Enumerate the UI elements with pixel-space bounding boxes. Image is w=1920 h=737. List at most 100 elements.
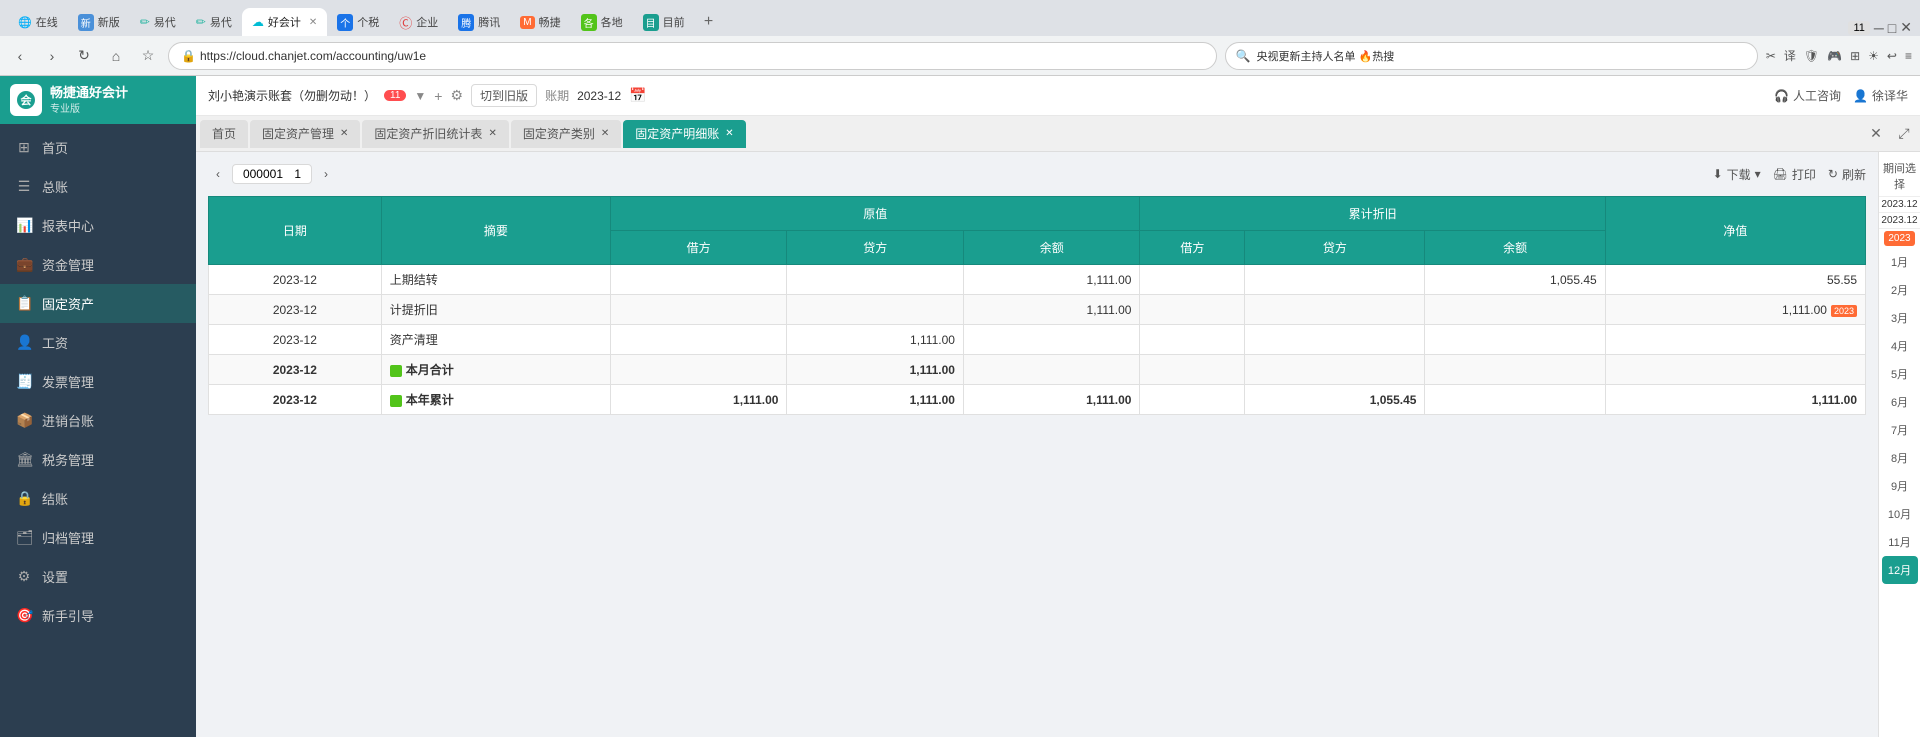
month-item[interactable]: 5月	[1882, 360, 1918, 388]
bookmark-button[interactable]: ☆	[136, 44, 160, 68]
guide-icon: 🎯	[16, 607, 32, 624]
scissors-icon[interactable]: ✂	[1766, 49, 1776, 63]
month-item[interactable]: 4月	[1882, 332, 1918, 360]
search-bar[interactable]: 🔍 央视更新主持人名单 🔥热搜	[1225, 42, 1758, 70]
restore-icon[interactable]: □	[1888, 20, 1896, 36]
user-profile[interactable]: 👤 徐译华	[1853, 87, 1908, 104]
sidebar-item-closing[interactable]: 🔒 结账	[0, 479, 196, 518]
page-tab-asset-detail-label: 固定资产明细账	[635, 125, 719, 142]
home-button[interactable]: ⌂	[104, 44, 128, 68]
sidebar-item-ledger[interactable]: ☰ 总账	[0, 167, 196, 206]
address-input[interactable]: 🔒 https://cloud.chanjet.com/accounting/u…	[168, 42, 1217, 70]
sidebar-item-inventory[interactable]: 📦 进销台账	[0, 401, 196, 440]
cell-date: 2023-12	[209, 385, 382, 415]
cell-accum-debit	[1140, 265, 1245, 295]
headset-icon: 🎧	[1774, 89, 1789, 103]
sidebar-item-payroll[interactable]: 👤 工资	[0, 323, 196, 362]
month-item[interactable]: 11月	[1882, 528, 1918, 556]
prev-page-button[interactable]: ‹	[208, 164, 228, 184]
sidebar-label-invoice: 发票管理	[42, 372, 94, 391]
top-bar-right-area: 🎧 人工咨询 👤 徐译华	[1774, 87, 1908, 104]
grid-icon[interactable]: ⊞	[1850, 49, 1860, 63]
extension-icon[interactable]: 🛡	[1804, 49, 1819, 63]
page-tab-close-asset-detail[interactable]: ✕	[725, 128, 733, 139]
month-item[interactable]: 1月	[1882, 248, 1918, 276]
add-company-icon[interactable]: +	[434, 88, 442, 104]
undo-icon[interactable]: ↩	[1887, 49, 1897, 63]
user-avatar-icon: 👤	[1853, 89, 1868, 103]
minimize-icon[interactable]: ─	[1874, 20, 1884, 36]
download-button[interactable]: ⬇ 下载 ▾	[1713, 166, 1761, 183]
table-row: 2023-12 计提折旧 1,111.00 1,111.002023	[209, 295, 1866, 325]
month-item[interactable]: 10月	[1882, 500, 1918, 528]
sidebar-item-archive[interactable]: 🗂 归档管理	[0, 518, 196, 557]
month-item[interactable]: 7月	[1882, 416, 1918, 444]
browser-tab-gedi[interactable]: 各 各地	[571, 8, 633, 36]
company-settings-icon[interactable]: ⚙	[450, 87, 463, 104]
expand-tabs-button[interactable]: ⤢	[1892, 122, 1916, 146]
sidebar-item-tax[interactable]: 🏛 税务管理	[0, 440, 196, 479]
tab-icon-changjie: M	[520, 16, 534, 29]
page-tab-fixed-asset-mgmt[interactable]: 固定资产管理 ✕	[250, 120, 360, 148]
sidebar-item-fixed-asset[interactable]: 📋 固定资产	[0, 284, 196, 323]
sidebar-item-fund[interactable]: 💼 资金管理	[0, 245, 196, 284]
cell-net-value: 1,111.002023	[1605, 295, 1865, 325]
refresh-button[interactable]: ↻ 刷新	[1828, 166, 1866, 183]
cell-orig-credit	[787, 265, 964, 295]
cell-summary: 本年累计	[381, 385, 610, 415]
forward-button[interactable]: ›	[40, 44, 64, 68]
month-item[interactable]: 12月	[1882, 556, 1918, 584]
dropdown-arrow[interactable]: ▼	[414, 89, 426, 103]
tab-label-muqian: 目前	[663, 14, 685, 30]
month-item[interactable]: 3月	[1882, 304, 1918, 332]
page-tab-home[interactable]: 首页	[200, 120, 248, 148]
menu-icon[interactable]: ≡	[1905, 49, 1912, 63]
calendar-icon[interactable]: 📅	[629, 87, 646, 104]
month-item[interactable]: 9月	[1882, 472, 1918, 500]
cell-net-value	[1605, 325, 1865, 355]
page-tab-asset-category[interactable]: 固定资产类别 ✕	[511, 120, 621, 148]
month-item[interactable]: 2月	[1882, 276, 1918, 304]
brightness-icon[interactable]: ☀	[1868, 49, 1879, 63]
page-tab-asset-detail[interactable]: 固定资产明细账 ✕	[623, 120, 745, 148]
new-tab-button[interactable]: +	[695, 8, 723, 36]
translate-icon[interactable]: 译	[1784, 47, 1796, 64]
page-tab-home-label: 首页	[212, 125, 236, 142]
close-all-tabs-button[interactable]: ✕	[1864, 122, 1888, 146]
report-icon: 📊	[16, 217, 32, 234]
selected-date-start: 2023.12	[1879, 197, 1919, 213]
browser-tab-tengxun[interactable]: 腾 腾讯	[448, 8, 510, 36]
sidebar-item-home[interactable]: ⊞ 首页	[0, 128, 196, 167]
cell-accum-balance	[1425, 385, 1605, 415]
browser-tab-yidai1[interactable]: ✏ 易代	[130, 8, 186, 36]
page-tab-depreciation-stats[interactable]: 固定资产折旧统计表 ✕	[362, 120, 508, 148]
sidebar-item-report[interactable]: 📊 报表中心	[0, 206, 196, 245]
sidebar-item-settings[interactable]: ⚙ 设置	[0, 557, 196, 596]
month-item[interactable]: 6月	[1882, 388, 1918, 416]
browser-tab-geshui[interactable]: 个 个税	[327, 8, 389, 36]
assistant-button[interactable]: 🎧 人工咨询	[1774, 87, 1841, 104]
browser-tab-xinban[interactable]: 新 新版	[68, 8, 130, 36]
switch-version-button[interactable]: 切到旧版	[471, 84, 537, 107]
page-tab-close-asset-category[interactable]: ✕	[601, 128, 609, 139]
month-item[interactable]: 8月	[1882, 444, 1918, 472]
reload-button[interactable]: ↻	[72, 44, 96, 68]
browser-tab-muqian[interactable]: 目 目前	[633, 8, 695, 36]
page-tab-close-depreciation-stats[interactable]: ✕	[488, 128, 496, 139]
sidebar-item-guide[interactable]: 🎯 新手引导	[0, 596, 196, 635]
browser-tab-zaixin[interactable]: 🌐 在线	[8, 8, 68, 36]
page-tab-close-fixed-asset-mgmt[interactable]: ✕	[340, 128, 348, 139]
back-button[interactable]: ‹	[8, 44, 32, 68]
browser-tab-yidai2[interactable]: ✏ 易代	[186, 8, 242, 36]
close-window-icon[interactable]: ✕	[1900, 19, 1912, 36]
content-area: ‹ 000001 1 › ⬇ 下载 ▾	[196, 152, 1920, 737]
next-page-button[interactable]: ›	[316, 164, 336, 184]
browser-tab-qiye[interactable]: Ⓒ 企业	[389, 8, 448, 36]
browser-tab-haokuaiji[interactable]: ☁ 好会计 ✕	[242, 8, 327, 36]
browser-tab-close-haokuaiji[interactable]: ✕	[309, 17, 317, 28]
cell-orig-credit	[787, 295, 964, 325]
game-icon[interactable]: 🎮	[1827, 49, 1842, 63]
print-button[interactable]: 🖨 打印	[1773, 166, 1816, 183]
sidebar-item-invoice[interactable]: 🧾 发票管理	[0, 362, 196, 401]
browser-tab-changjie[interactable]: M 畅捷	[510, 8, 570, 36]
